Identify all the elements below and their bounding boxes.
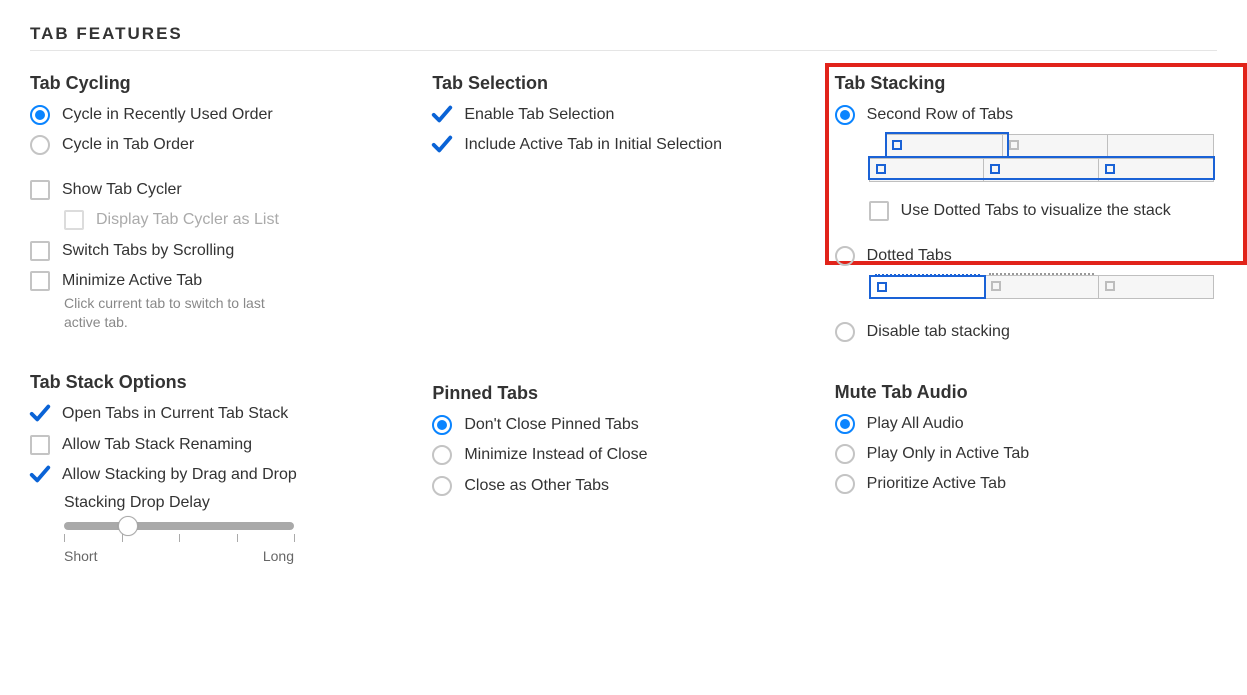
checkbox-icon [869,201,889,221]
checkbox-allow-rename[interactable]: Allow Tab Stack Renaming [30,434,412,456]
tab-selection-title: Tab Selection [432,73,814,94]
section-divider [30,50,1217,51]
radio-icon [835,414,855,434]
checkbox-icon [30,180,50,200]
radio-icon [835,444,855,464]
checkbox-use-dotted[interactable]: Use Dotted Tabs to visualize the stack [869,200,1217,222]
radio-dotted-tabs[interactable]: Dotted Tabs [835,245,1217,267]
checkbox-label: Minimize Active Tab [62,270,202,292]
checkbox-minimize-active[interactable]: Minimize Active Tab [30,270,412,292]
checkbox-label: Show Tab Cycler [62,179,182,201]
checkbox-icon [30,435,50,455]
checkbox-label: Display Tab Cycler as List [96,209,279,231]
radio-minimize-pinned[interactable]: Minimize Instead of Close [432,444,814,466]
tab-stack-options-title: Tab Stack Options [30,372,412,393]
radio-icon [432,445,452,465]
checkbox-icon [30,404,50,424]
radio-icon [835,322,855,342]
checkbox-show-cycler[interactable]: Show Tab Cycler [30,179,412,201]
radio-icon [835,246,855,266]
section-title: TAB FEATURES [30,24,1217,44]
mute-audio-title: Mute Tab Audio [835,382,1217,403]
slider-thumb[interactable] [118,516,138,536]
radio-cycle-recent[interactable]: Cycle in Recently Used Order [30,104,412,126]
radio-disable-stacking[interactable]: Disable tab stacking [835,321,1217,343]
radio-icon [835,105,855,125]
radio-label: Disable tab stacking [867,321,1010,343]
checkbox-icon [432,105,452,125]
radio-dont-close-pinned[interactable]: Don't Close Pinned Tabs [432,414,814,436]
radio-play-all[interactable]: Play All Audio [835,413,1217,435]
radio-cycle-order[interactable]: Cycle in Tab Order [30,134,412,156]
radio-icon [432,476,452,496]
slider-min-label: Short [64,548,97,564]
radio-label: Play Only in Active Tab [867,443,1029,465]
checkbox-icon [64,210,84,230]
checkbox-label: Enable Tab Selection [464,104,614,126]
checkbox-enable-selection[interactable]: Enable Tab Selection [432,104,814,126]
radio-label: Second Row of Tabs [867,104,1013,126]
dotted-tabs-illustration [869,275,1214,299]
minimize-active-help: Click current tab to switch to last acti… [64,294,304,332]
checkbox-icon [30,465,50,485]
checkbox-label: Open Tabs in Current Tab Stack [62,403,288,425]
radio-label: Close as Other Tabs [464,475,609,497]
checkbox-include-active[interactable]: Include Active Tab in Initial Selection [432,134,814,156]
radio-label: Play All Audio [867,413,964,435]
tab-stacking-title: Tab Stacking [835,73,1217,94]
slider-ticks [64,534,294,544]
radio-label: Don't Close Pinned Tabs [464,414,638,436]
pinned-tabs-title: Pinned Tabs [432,383,814,404]
slider-max-label: Long [263,548,294,564]
checkbox-display-cycler-list: Display Tab Cycler as List [64,209,412,231]
stacking-delay-slider[interactable] [64,522,294,530]
radio-icon [30,135,50,155]
checkbox-label: Use Dotted Tabs to visualize the stack [901,200,1171,222]
second-row-illustration [869,134,1214,182]
stacking-delay-label: Stacking Drop Delay [64,494,294,512]
radio-label: Dotted Tabs [867,245,952,267]
tab-cycling-title: Tab Cycling [30,73,412,94]
checkbox-icon [30,271,50,291]
radio-play-active[interactable]: Play Only in Active Tab [835,443,1217,465]
checkbox-icon [30,241,50,261]
checkbox-switch-scroll[interactable]: Switch Tabs by Scrolling [30,240,412,262]
checkbox-allow-dnd[interactable]: Allow Stacking by Drag and Drop [30,464,412,486]
checkbox-label: Switch Tabs by Scrolling [62,240,234,262]
radio-prioritize-active[interactable]: Prioritize Active Tab [835,473,1217,495]
radio-label: Minimize Instead of Close [464,444,647,466]
radio-label: Cycle in Tab Order [62,134,194,156]
checkbox-label: Allow Tab Stack Renaming [62,434,252,456]
radio-icon [835,474,855,494]
radio-close-other-pinned[interactable]: Close as Other Tabs [432,475,814,497]
checkbox-icon [432,135,452,155]
radio-icon [30,105,50,125]
checkbox-label: Allow Stacking by Drag and Drop [62,464,297,486]
checkbox-label: Include Active Tab in Initial Selection [464,134,722,156]
checkbox-open-in-current[interactable]: Open Tabs in Current Tab Stack [30,403,412,425]
radio-second-row[interactable]: Second Row of Tabs [835,104,1217,126]
radio-label: Cycle in Recently Used Order [62,104,273,126]
radio-label: Prioritize Active Tab [867,473,1006,495]
radio-icon [432,415,452,435]
